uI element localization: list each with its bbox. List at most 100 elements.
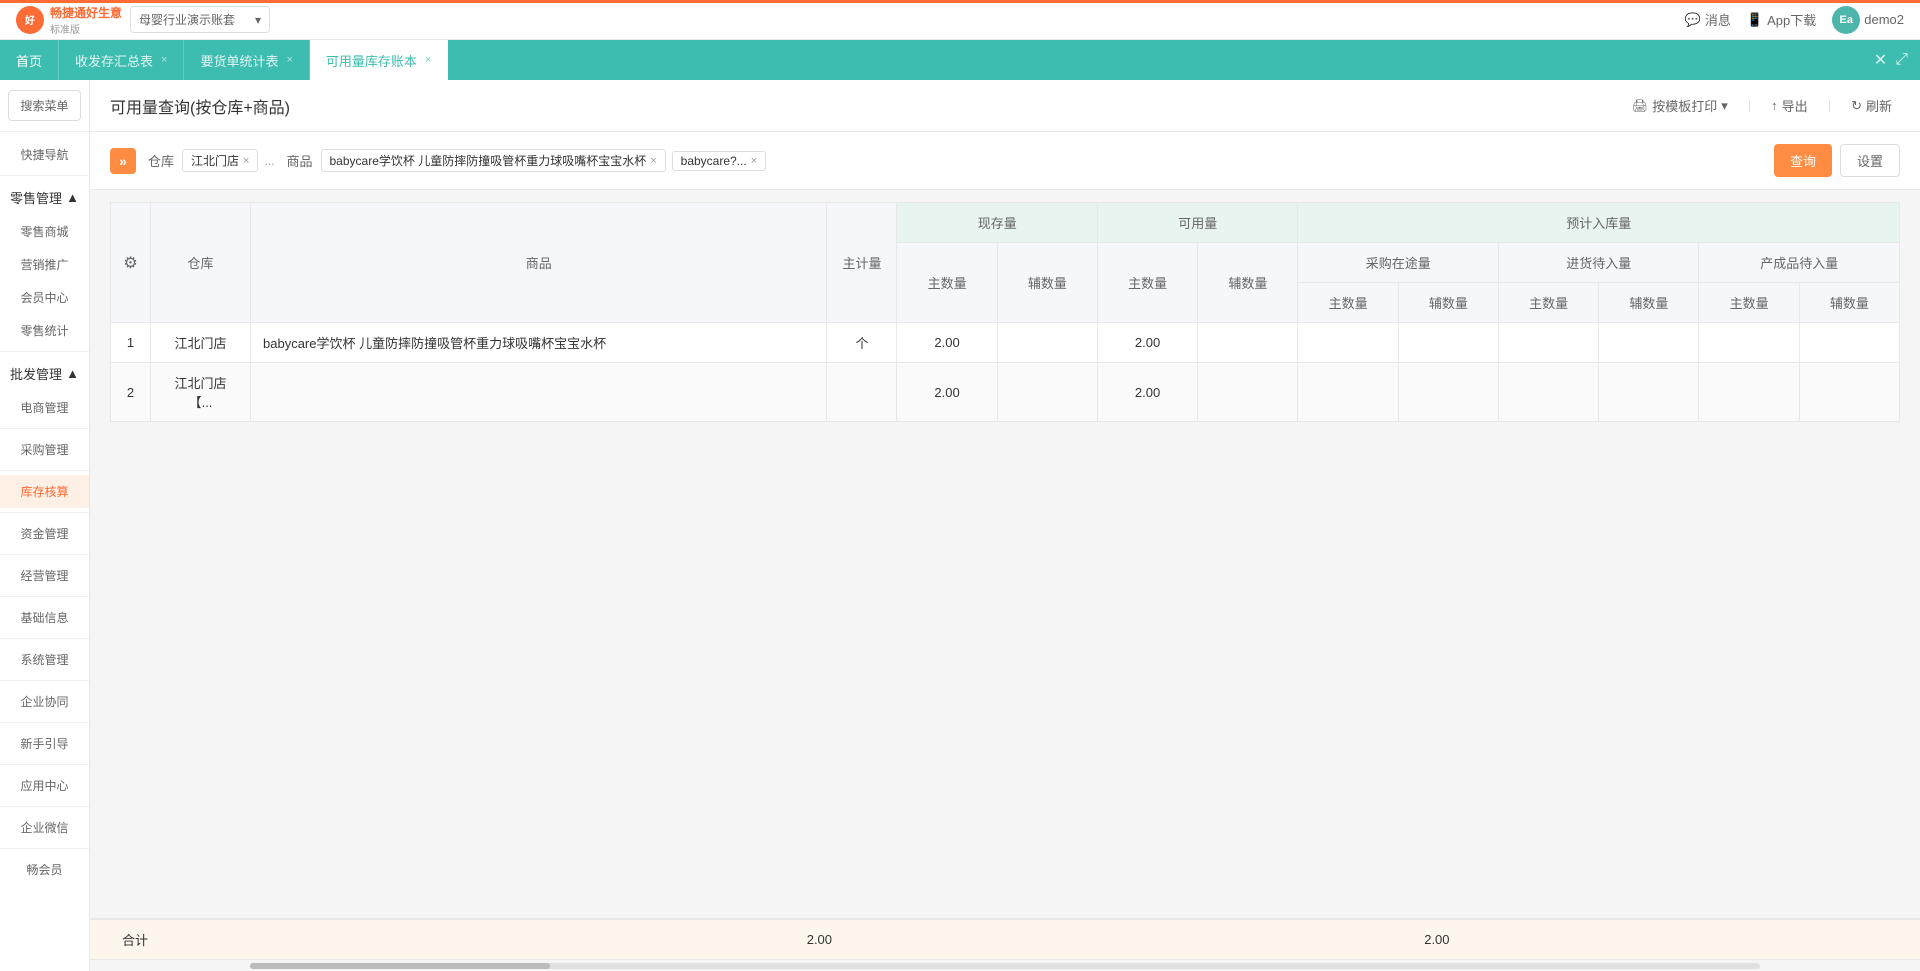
sidebar-divider-12 <box>0 806 89 807</box>
tab-bar: 首页 收发存汇总表 × 要货单统计表 × 可用量库存账本 × ✕ ⤢ <box>0 40 1920 80</box>
tab-bar-actions: ✕ ⤢ <box>1874 50 1920 70</box>
filter-expand-btn[interactable]: » <box>110 148 136 174</box>
row2-fp-main <box>1699 363 1799 422</box>
row2-no: 2 <box>111 363 151 422</box>
sidebar-divider-7 <box>0 596 89 597</box>
warehouse-tag-close[interactable]: × <box>243 155 249 167</box>
export-icon: ↑ <box>1771 98 1778 113</box>
top-bar-right: 💬 消息 📱 App下载 Ea demo2 <box>1685 6 1904 34</box>
product-filter-label: 商品 <box>286 151 312 170</box>
app-download-nav[interactable]: 📱 App下载 <box>1747 10 1816 29</box>
product-tag-1-close[interactable]: × <box>650 155 656 167</box>
sidebar-item-inventory[interactable]: 库存核算 <box>0 475 89 508</box>
row2-current-main: 2.00 <box>897 363 997 422</box>
product-tag-1: babycare学饮杯 儿童防摔防撞吸管杯重力球吸嘴杯宝宝水杯 × <box>321 149 666 172</box>
chevron-down-icon: ▾ <box>255 13 261 27</box>
footer-current-main: 2.00 <box>665 932 974 947</box>
sidebar-item-system[interactable]: 系统管理 <box>0 643 89 676</box>
sidebar-wholesale-label: 批发管理 <box>10 364 62 383</box>
table-row: 1 江北门店 babycare学饮杯 儿童防摔防撞吸管杯重力球吸嘴杯宝宝水杯 个… <box>111 323 1900 363</box>
message-nav[interactable]: 💬 消息 <box>1685 10 1731 29</box>
tab-receipts[interactable]: 收发存汇总表 × <box>59 40 184 80</box>
print-btn[interactable]: 🖨 按模板打印 ▾ <box>1624 92 1736 119</box>
product-tag-2-close[interactable]: × <box>751 155 757 167</box>
tab-close-all-icon[interactable]: ✕ <box>1874 50 1887 70</box>
sidebar-item-marketing[interactable]: 营销推广 <box>0 248 89 281</box>
row1-warehouse: 江北门店 <box>151 323 251 363</box>
sidebar-search-button[interactable]: 搜索菜单 <box>8 90 81 121</box>
filter-warehouse-group: 仓库 江北门店 × ... <box>148 149 274 172</box>
footer-avail-main: 2.00 <box>1283 932 1592 947</box>
row2-product <box>251 363 827 422</box>
print-icon: 🖨 <box>1632 98 1649 114</box>
row2-ip-main <box>1498 363 1598 422</box>
sidebar-divider-2 <box>0 351 89 352</box>
sidebar-item-members[interactable]: 会员中心 <box>0 281 89 314</box>
sidebar-item-newbie[interactable]: 新手引导 <box>0 727 89 760</box>
row2-pt-aux <box>1398 363 1498 422</box>
row1-pt-aux <box>1398 323 1498 363</box>
sidebar-item-purchase[interactable]: 采购管理 <box>0 433 89 466</box>
sidebar-item-retail-shop[interactable]: 零售商城 <box>0 215 89 248</box>
industry-selector[interactable]: 母婴行业演示账套 ▾ <box>130 6 270 33</box>
sidebar-item-enterprise[interactable]: 企业协同 <box>0 685 89 718</box>
row1-ip-aux <box>1599 323 1699 363</box>
warehouse-filter-label: 仓库 <box>148 151 174 170</box>
tab-expand-icon[interactable]: ⤢ <box>1895 51 1908 69</box>
tab-orders-close[interactable]: × <box>286 54 292 66</box>
sidebar-item-shortcut[interactable]: 快捷导航 <box>0 138 89 171</box>
row2-avail-aux <box>1198 363 1298 422</box>
sidebar-section-retail[interactable]: 零售管理 ▲ <box>0 180 89 215</box>
tab-home[interactable]: 首页 <box>0 40 59 80</box>
row2-current-aux <box>997 363 1097 422</box>
tab-receipts-close[interactable]: × <box>161 54 167 66</box>
warehouse-filter-tags: 江北门店 × ... <box>182 149 274 172</box>
app-download-label: App下载 <box>1767 10 1816 29</box>
settings-col-header[interactable]: ⚙ <box>111 203 151 323</box>
tab-inventory[interactable]: 可用量库存账本 × <box>310 40 448 80</box>
tab-inventory-close[interactable]: × <box>425 54 431 66</box>
sidebar-item-member[interactable]: 畅会员 <box>0 853 89 886</box>
page-title: 可用量查询(按仓库+商品) <box>110 94 290 118</box>
fp-main-header: 主数量 <box>1699 283 1799 323</box>
avail-main-header: 主数量 <box>1097 243 1197 323</box>
footer-label: 合计 <box>110 930 665 949</box>
export-btn[interactable]: ↑ 导出 <box>1763 92 1816 119</box>
sidebar-divider-5 <box>0 512 89 513</box>
scroll-thumb[interactable] <box>250 963 550 969</box>
tab-home-label: 首页 <box>16 51 42 70</box>
current-main-header: 主数量 <box>897 243 997 323</box>
sidebar-divider-4 <box>0 470 89 471</box>
sidebar-nav: 快捷导航 零售管理 ▲ 零售商城 营销推广 会员中心 零售统计 批发管理 ▲ 电… <box>0 132 89 892</box>
sidebar-item-operation[interactable]: 经营管理 <box>0 559 89 592</box>
inbound-pending-header: 进货待入量 <box>1498 243 1699 283</box>
industry-label: 母婴行业演示账套 <box>139 11 235 28</box>
tab-orders-label: 要货单统计表 <box>200 51 278 70</box>
warehouse-more[interactable]: ... <box>264 154 274 168</box>
row2-unit <box>827 363 897 422</box>
sidebar-item-retail-stats[interactable]: 零售统计 <box>0 314 89 347</box>
tab-inventory-label: 可用量库存账本 <box>326 51 417 70</box>
row1-no: 1 <box>111 323 151 363</box>
table-settings-icon[interactable]: ⚙ <box>123 255 137 272</box>
settings-btn[interactable]: 设置 <box>1840 144 1900 177</box>
row1-unit: 个 <box>827 323 897 363</box>
tab-orders[interactable]: 要货单统计表 × <box>184 40 309 80</box>
bottom-scrollbar[interactable] <box>90 959 1920 971</box>
query-btn[interactable]: 查询 <box>1774 144 1832 177</box>
sidebar-retail-label: 零售管理 <box>10 188 62 207</box>
sidebar-section-wholesale[interactable]: 批发管理 ▲ <box>0 356 89 391</box>
user-nav[interactable]: Ea demo2 <box>1832 6 1904 34</box>
current-stock-col-header: 现存量 <box>897 203 1098 243</box>
sidebar-wholesale-arrow: ▲ <box>66 366 79 381</box>
main-unit-col-header: 主计量 <box>827 203 897 323</box>
filter-area: » 仓库 江北门店 × ... 商品 babycare学饮杯 儿童防摔防撞吸管杯… <box>90 132 1920 190</box>
sidebar-item-finance[interactable]: 资金管理 <box>0 517 89 550</box>
row2-pt-main <box>1298 363 1398 422</box>
refresh-btn[interactable]: ↻ 刷新 <box>1843 92 1900 119</box>
sidebar-item-ecommerce[interactable]: 电商管理 <box>0 391 89 424</box>
app-edition: 标准版 <box>50 21 122 36</box>
sidebar-item-appcenter[interactable]: 应用中心 <box>0 769 89 802</box>
sidebar-item-basic[interactable]: 基础信息 <box>0 601 89 634</box>
sidebar-item-wechat[interactable]: 企业微信 <box>0 811 89 844</box>
